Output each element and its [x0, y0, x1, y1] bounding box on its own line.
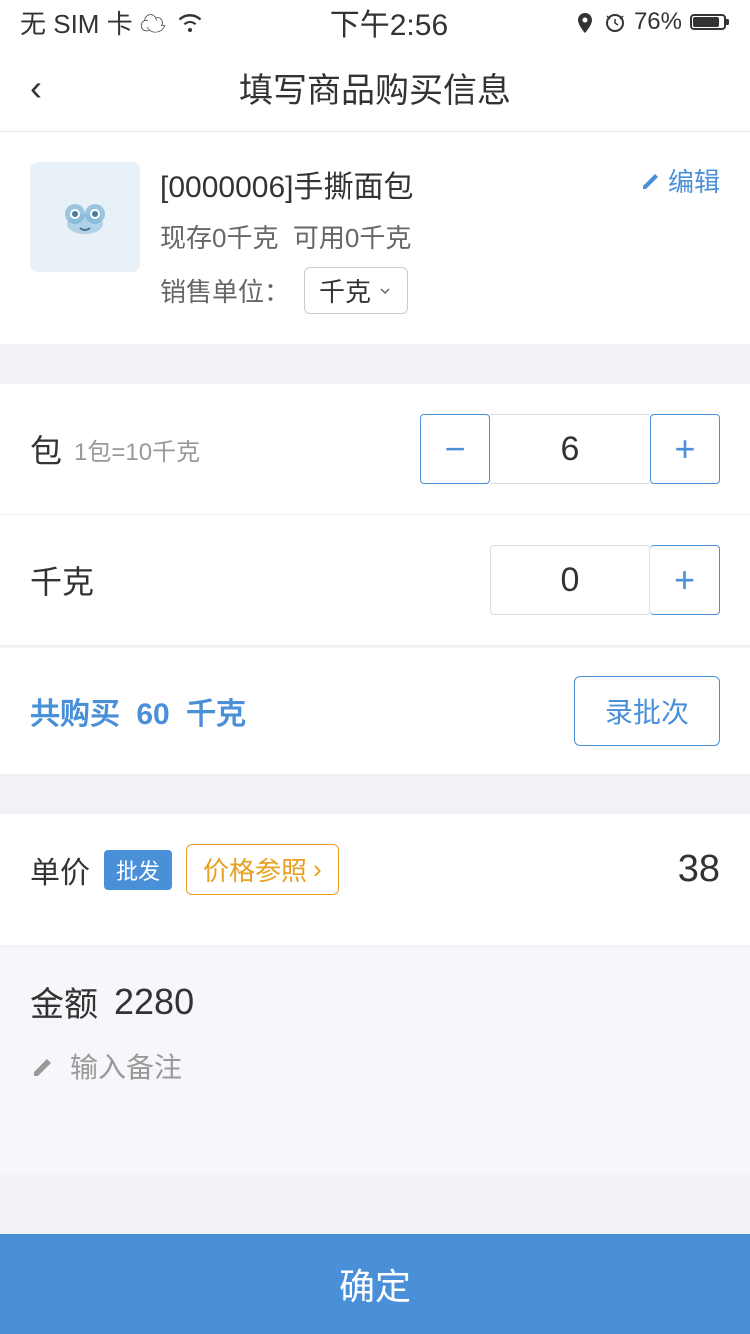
- bag-quantity-controls: − +: [420, 414, 720, 484]
- spacer: [0, 1175, 750, 1234]
- status-bar: 无 SIM 卡 ☁ 下午2:56 76%: [0, 0, 750, 44]
- total-value: 60: [136, 698, 169, 731]
- price-label: 单价: [30, 848, 90, 892]
- location-icon: [574, 11, 596, 33]
- total-text: 共购买 60 千克: [30, 689, 246, 733]
- kg-quantity-row: 千克 +: [0, 515, 750, 646]
- pencil-icon: [30, 1052, 58, 1080]
- wifi-icon: [176, 12, 204, 32]
- status-left: 无 SIM 卡 ☁: [20, 4, 204, 41]
- amount-section: 金额 2280 输入备注: [0, 947, 750, 1175]
- edit-label: 编辑: [668, 162, 720, 199]
- price-row: 单价 批发 价格参照 › 38: [30, 844, 720, 895]
- product-card: [0000006]手撕面包 编辑 现存0千克 可用0千克 销售单位： 千克: [0, 132, 750, 344]
- divider-1: [0, 364, 750, 384]
- alarm-icon: [604, 11, 626, 33]
- confirm-label: 确定: [339, 1258, 411, 1310]
- battery-text: 76%: [634, 8, 682, 36]
- amount-value: 2280: [114, 981, 194, 1023]
- price-tag: 批发: [104, 850, 172, 890]
- product-image: [30, 162, 140, 272]
- product-name: [0000006]手撕面包: [160, 162, 413, 206]
- battery-icon: [690, 12, 730, 32]
- kg-increment-button[interactable]: +: [650, 545, 720, 615]
- chevron-down-icon: [377, 283, 393, 299]
- page-title: 填写商品购买信息: [239, 63, 511, 112]
- edit-button[interactable]: 编辑: [640, 162, 720, 199]
- bag-hint: 1包=10千克: [74, 432, 200, 467]
- remark-row[interactable]: 输入备注: [30, 1046, 720, 1086]
- batch-button[interactable]: 录批次: [574, 676, 720, 746]
- price-value: 38: [678, 848, 720, 891]
- product-unit-row: 销售单位： 千克: [160, 267, 720, 314]
- unit-value: 千克: [319, 272, 371, 309]
- product-stock: 现存0千克 可用0千克: [160, 218, 720, 255]
- status-time: 下午2:56: [330, 0, 448, 44]
- quantity-section: 包 1包=10千克 − + 千克 +: [0, 384, 750, 646]
- amount-label: 金额: [30, 977, 98, 1026]
- bag-quantity-input[interactable]: [490, 414, 650, 484]
- bag-quantity-row: 包 1包=10千克 − +: [0, 384, 750, 515]
- divider-2: [0, 794, 750, 814]
- kg-label: 千克: [30, 557, 94, 603]
- remark-placeholder: 输入备注: [70, 1046, 182, 1086]
- price-left: 单价 批发 价格参照 ›: [30, 844, 339, 895]
- unit-selector[interactable]: 千克: [304, 267, 408, 314]
- bag-increment-button[interactable]: +: [650, 414, 720, 484]
- sim-status: 无 SIM 卡 ☁: [20, 4, 166, 41]
- product-logo: [55, 192, 115, 242]
- status-right: 76%: [574, 8, 730, 36]
- edit-icon: [640, 170, 662, 192]
- product-info: [0000006]手撕面包 编辑 现存0千克 可用0千克 销售单位： 千克: [160, 162, 720, 314]
- confirm-button[interactable]: 确定: [0, 1234, 750, 1334]
- price-section: 单价 批发 价格参照 › 38: [0, 814, 750, 945]
- total-section: 共购买 60 千克 录批次: [0, 648, 750, 774]
- nav-bar: ‹ 填写商品购买信息: [0, 44, 750, 132]
- unit-label: 销售单位：: [160, 272, 290, 309]
- kg-quantity-input[interactable]: [490, 545, 650, 615]
- amount-row: 金额 2280: [30, 977, 720, 1026]
- bag-label: 包 1包=10千克: [30, 426, 200, 472]
- back-button[interactable]: ‹: [30, 67, 42, 109]
- bag-decrement-button[interactable]: −: [420, 414, 490, 484]
- price-ref-button[interactable]: 价格参照 ›: [186, 844, 339, 895]
- kg-quantity-controls: +: [490, 545, 720, 615]
